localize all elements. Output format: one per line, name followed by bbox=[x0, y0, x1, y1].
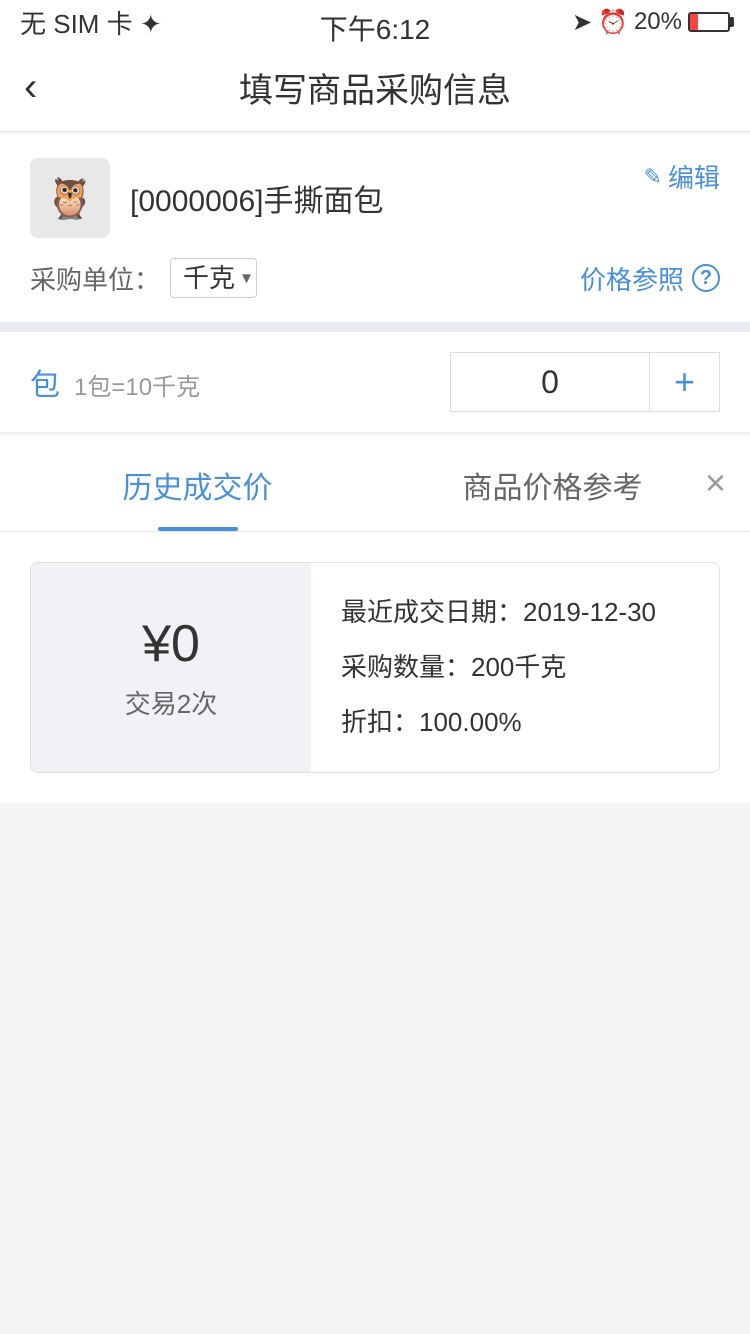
edit-icon: ✎ bbox=[644, 164, 662, 190]
status-alarm-icon: ⏰ bbox=[598, 8, 628, 37]
history-detail-qty: 采购数量：200千克 bbox=[341, 648, 689, 687]
price-ref-label: 价格参照 bbox=[580, 260, 684, 297]
unit-select[interactable]: 千克 bbox=[170, 258, 257, 298]
back-button[interactable]: ‹ bbox=[24, 65, 37, 110]
history-left-panel: ¥0 交易2次 bbox=[31, 563, 311, 772]
status-battery-text: 20% bbox=[634, 8, 682, 36]
status-location-icon: ➤ bbox=[572, 8, 592, 37]
price-ref-button[interactable]: 价格参照 ? bbox=[580, 260, 720, 297]
unit-label: 采购单位： bbox=[30, 260, 160, 297]
status-bar: 无 SIM 卡 ✦ 下午6:12 ➤ ⏰ 20% bbox=[0, 0, 750, 44]
history-trades: 交易2次 bbox=[125, 684, 217, 721]
status-time: 下午6:12 bbox=[320, 8, 431, 48]
page-title: 填写商品采购信息 bbox=[239, 63, 511, 112]
qty-plus-button[interactable]: + bbox=[650, 352, 720, 412]
battery-fill bbox=[690, 14, 698, 30]
product-left: 🦉 [0000006]手撕面包 bbox=[30, 158, 383, 238]
qty-unit: 包 bbox=[30, 360, 60, 404]
tab-panel: 历史成交价 商品价格参考 × ¥0 交易2次 最近成交日期：2019-12-30… bbox=[0, 435, 750, 803]
history-content: ¥0 交易2次 最近成交日期：2019-12-30 采购数量：200千克 折扣：… bbox=[0, 532, 750, 803]
status-right-group: ➤ ⏰ 20% bbox=[572, 8, 730, 37]
product-name: [0000006]手撕面包 bbox=[130, 176, 383, 220]
edit-label: 编辑 bbox=[668, 158, 720, 195]
tab-history-price[interactable]: 历史成交价 bbox=[20, 435, 375, 531]
product-thumbnail: 🦉 bbox=[30, 158, 110, 238]
history-detail-discount: 折扣：100.00% bbox=[341, 703, 689, 742]
product-header: 🦉 [0000006]手撕面包 ✎ 编辑 bbox=[30, 158, 720, 238]
tab-close-button[interactable]: × bbox=[705, 462, 726, 504]
history-price: ¥0 bbox=[142, 614, 200, 674]
battery-icon bbox=[688, 12, 730, 32]
qty-equiv: 1包=10千克 bbox=[74, 367, 200, 402]
product-footer: 采购单位： 千克 价格参照 ? bbox=[30, 258, 720, 298]
history-card: ¥0 交易2次 最近成交日期：2019-12-30 采购数量：200千克 折扣：… bbox=[30, 562, 720, 773]
nav-bar: ‹ 填写商品采购信息 bbox=[0, 44, 750, 132]
edit-button[interactable]: ✎ 编辑 bbox=[644, 158, 720, 195]
status-signal: 无 SIM 卡 ✦ bbox=[20, 4, 162, 41]
section-divider bbox=[0, 322, 750, 332]
tab-product-price-ref[interactable]: 商品价格参考 bbox=[375, 435, 730, 531]
qty-control: 0 + bbox=[450, 352, 720, 412]
unit-select-wrapper: 千克 bbox=[170, 258, 257, 298]
product-owl-icon: 🦉 bbox=[45, 175, 95, 222]
help-icon: ? bbox=[692, 264, 720, 292]
product-card: 🦉 [0000006]手撕面包 ✎ 编辑 采购单位： 千克 价格参照 ? bbox=[0, 134, 750, 322]
quantity-row: 包 1包=10千克 0 + bbox=[0, 332, 750, 433]
qty-input[interactable]: 0 bbox=[450, 352, 650, 412]
qty-label-group: 包 1包=10千克 bbox=[30, 360, 200, 404]
history-detail-date: 最近成交日期：2019-12-30 bbox=[341, 593, 689, 632]
history-right-panel: 最近成交日期：2019-12-30 采购数量：200千克 折扣：100.00% bbox=[311, 563, 719, 772]
tab-header: 历史成交价 商品价格参考 × bbox=[0, 435, 750, 532]
unit-row: 采购单位： 千克 bbox=[30, 258, 257, 298]
